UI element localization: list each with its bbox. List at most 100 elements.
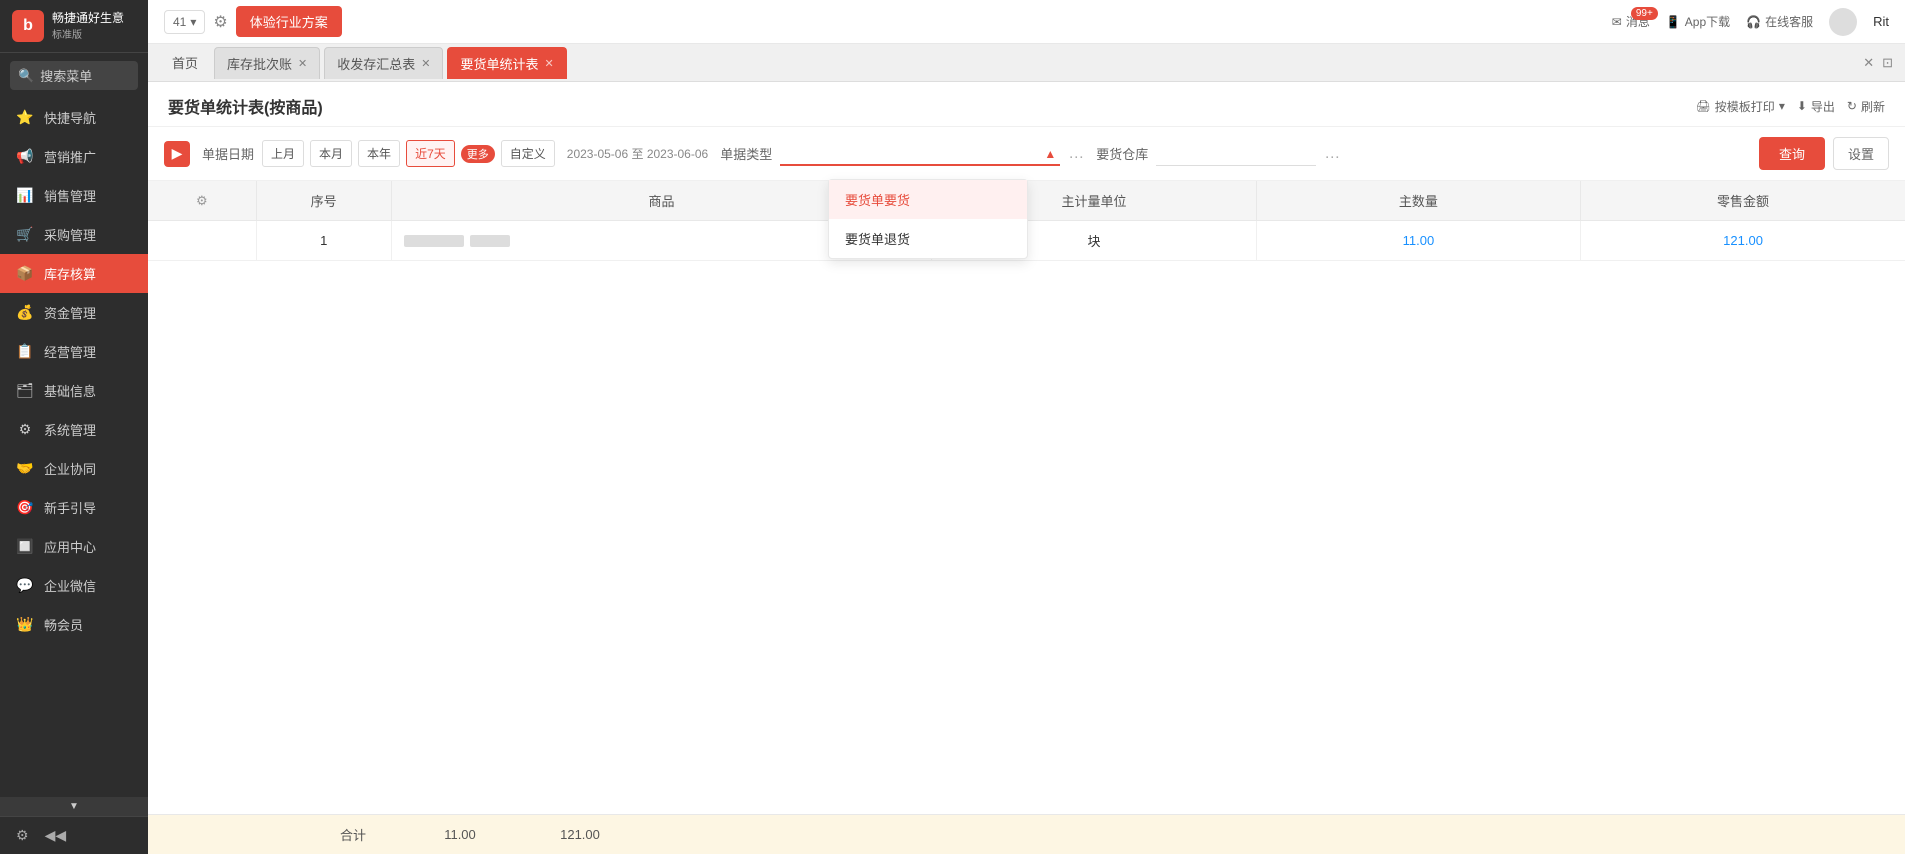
date-year-btn[interactable]: 本年 [358,140,400,167]
tab-receive-summary[interactable]: 收发存汇总表 ✕ [324,47,443,79]
tab-home[interactable]: 首页 [160,47,210,79]
dropdown-item-order[interactable]: 要货单要货 [829,180,1027,219]
tabs-bar: 首页 库存批次账 ✕ 收发存汇总表 ✕ 要货单统计表 ✕ ✕ ⊡ [148,44,1905,82]
qty-link[interactable]: 11.00 [1403,233,1435,248]
sidebar-item-guide[interactable]: 🎯 新手引导 [0,488,148,527]
sidebar-label: 新手引导 [44,498,96,517]
sidebar-item-basic[interactable]: 🗂 基础信息 [0,371,148,410]
sidebar-item-enterprise[interactable]: 🤝 企业协同 [0,449,148,488]
date-week7-btn[interactable]: 近7天 [406,140,455,167]
sidebar-item-appcenter[interactable]: 🔲 应用中心 [0,527,148,566]
user-avatar[interactable] [1829,8,1857,36]
message-button[interactable]: ✉ 消息 99+ [1612,13,1650,30]
sidebar-label: 资金管理 [44,303,96,322]
sidebar-label: 营销推广 [44,147,96,166]
sidebar-item-system[interactable]: ⚙ 系统管理 [0,410,148,449]
dropdown-item-return[interactable]: 要货单退货 [829,219,1027,258]
close-icon[interactable]: ✕ [421,57,430,70]
filter-settings-button[interactable]: 设置 [1833,137,1889,170]
date-curr-btn[interactable]: 本月 [310,140,352,167]
refresh-icon: ↻ [1847,99,1857,113]
sidebar: b 畅捷通好生意 标准版 🔍 搜索菜单 ⭐ 快捷导航 📢 营销推广 📊 销售管理… [0,0,148,854]
tab-more-icon[interactable]: ✕ [1863,55,1874,71]
sidebar-item-member[interactable]: 👑 畅会员 [0,605,148,644]
sidebar-label: 采购管理 [44,225,96,244]
warehouse-filter: 要货仓库 … [1096,142,1340,166]
date-range-display: 2023-05-06 至 2023-06-06 [567,145,708,162]
col-settings: ⚙ [148,181,256,221]
type-more-icon[interactable]: … [1068,145,1084,163]
main-area: 41 ▾ ⚙ 体验行业方案 ✉ 消息 99+ 📱 App下载 🎧 在线客服 Ri… [148,0,1905,854]
type-input[interactable] [780,141,1060,166]
settings-bottom-icon[interactable]: ⚙ [16,827,29,844]
sidebar-item-sales[interactable]: 📊 销售管理 [0,176,148,215]
page-content: 要货单统计表(按商品) 🖨 按模板打印 ▾ ⬇ 导出 ↻ 刷新 ▶ [148,82,1905,854]
type-dropdown-arrow-icon[interactable]: ▲ [1044,147,1056,161]
user-name: Rit [1873,14,1889,29]
filter-toggle-button[interactable]: ▶ [164,141,190,167]
amount-link[interactable]: 121.00 [1723,233,1763,248]
tab-actions: ✕ ⊡ [1863,55,1893,71]
row-no-cell: 1 [256,221,391,261]
finance-icon: 💰 [16,304,34,322]
col-amount: 零售金额 [1581,181,1905,221]
table-container: ⚙ 序号 商品 主计量单位 主数量 零售金额 1 [148,181,1905,814]
product-placeholder-bar1 [404,235,464,247]
sidebar-label: 库存核算 [44,264,96,283]
sidebar-label: 基础信息 [44,381,96,400]
warehouse-label: 要货仓库 [1096,144,1148,163]
close-icon[interactable]: ✕ [298,57,307,70]
enterprise-icon: 🤝 [16,460,34,478]
type-select-wrapper: ▲ [780,141,1060,166]
sidebar-item-wechat[interactable]: 💬 企业微信 [0,566,148,605]
sidebar-item-finance[interactable]: 💰 资金管理 [0,293,148,332]
service-button[interactable]: 🎧 在线客服 [1746,13,1813,30]
store-selector[interactable]: 41 ▾ [164,10,205,34]
quick-nav-icon: ⭐ [16,109,34,127]
sidebar-label: 系统管理 [44,420,96,439]
topbar-right: ✉ 消息 99+ 📱 App下载 🎧 在线客服 Rit [1612,8,1889,36]
marketing-icon: 📢 [16,148,34,166]
logo-area: b 畅捷通好生意 标准版 [0,0,148,53]
app-download-button[interactable]: 📱 App下载 [1666,13,1730,30]
table-settings-icon[interactable]: ⚙ [196,193,208,208]
tab-inventory-batch[interactable]: 库存批次账 ✕ [214,47,320,79]
tab-order-stats[interactable]: 要货单统计表 ✕ [447,47,566,79]
export-button[interactable]: ⬇ 导出 [1797,98,1835,115]
topbar-settings-icon[interactable]: ⚙ [213,12,227,32]
trial-button[interactable]: 体验行业方案 [236,6,342,37]
date-custom-btn[interactable]: 自定义 [501,140,555,167]
sidebar-item-quick-nav[interactable]: ⭐ 快捷导航 [0,98,148,137]
logo-text: 畅捷通好生意 标准版 [52,11,124,42]
message-icon: ✉ [1612,15,1622,29]
sidebar-label: 经营管理 [44,342,96,361]
export-label: 导出 [1811,98,1835,115]
footer-qty: 11.00 [400,827,520,842]
close-icon[interactable]: ✕ [545,57,554,70]
query-button[interactable]: 查询 [1759,137,1825,170]
scroll-down-btn[interactable]: ▼ [0,797,148,816]
phone-icon: 📱 [1666,15,1681,29]
warehouse-input[interactable] [1156,142,1316,166]
printer-icon: 🖨 [1696,99,1711,113]
guide-icon: 🎯 [16,499,34,517]
search-menu[interactable]: 🔍 搜索菜单 [10,61,138,90]
sidebar-item-operations[interactable]: 📋 经营管理 [0,332,148,371]
date-more-badge[interactable]: 更多 [461,145,495,163]
collapse-icon[interactable]: ◀◀ [45,827,67,844]
refresh-button[interactable]: ↻ 刷新 [1847,98,1885,115]
sidebar-item-inventory[interactable]: 📦 库存核算 [0,254,148,293]
sidebar-item-purchase[interactable]: 🛒 采购管理 [0,215,148,254]
date-prev-btn[interactable]: 上月 [262,140,304,167]
sidebar-item-marketing[interactable]: 📢 营销推广 [0,137,148,176]
page-title: 要货单统计表(按商品) [168,94,323,118]
store-name: 41 [173,15,186,29]
warehouse-more-icon[interactable]: … [1324,145,1340,163]
member-icon: 👑 [16,616,34,634]
template-print-button[interactable]: 🖨 按模板打印 ▾ [1696,98,1785,115]
row-qty-cell: 11.00 [1256,221,1580,261]
app-label: App下载 [1685,13,1730,30]
tab-maximize-icon[interactable]: ⊡ [1882,55,1893,71]
table-footer: 合计 11.00 121.00 [148,814,1905,854]
page-header: 要货单统计表(按商品) 🖨 按模板打印 ▾ ⬇ 导出 ↻ 刷新 [148,82,1905,127]
